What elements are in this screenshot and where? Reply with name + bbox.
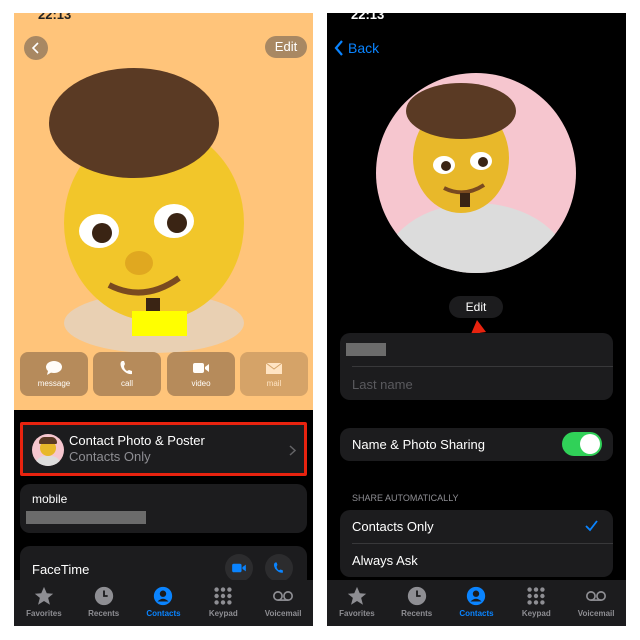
person-circle-icon xyxy=(154,586,173,606)
back-label: Back xyxy=(348,40,380,56)
tab-label: Favorites xyxy=(26,609,62,618)
tab-label: Keypad xyxy=(521,609,551,618)
avatar xyxy=(32,434,64,466)
tab-label: Favorites xyxy=(339,609,375,618)
status-time: 22:13 xyxy=(38,13,72,22)
first-name-field[interactable] xyxy=(340,333,613,366)
last-name-field[interactable]: Last name xyxy=(352,377,413,392)
call-button[interactable]: call xyxy=(93,352,161,396)
option-always-ask[interactable]: Always Ask xyxy=(340,544,613,577)
chevron-right-icon xyxy=(289,445,296,456)
sharing-toggle[interactable] xyxy=(562,432,602,456)
tab-contacts[interactable]: Contacts xyxy=(447,580,507,626)
message-icon xyxy=(46,361,62,375)
facetime-audio-button[interactable] xyxy=(265,554,293,582)
tab-label: Contacts xyxy=(459,609,494,618)
back-button[interactable]: Back xyxy=(334,40,379,56)
back-button[interactable] xyxy=(24,36,48,60)
tab-label: Recents xyxy=(401,609,433,618)
tab-bar: Favorites Recents Contacts Keypad Voicem… xyxy=(327,580,626,626)
clock-icon xyxy=(407,586,426,606)
share-options-list: Contacts Only Always Ask xyxy=(340,510,613,577)
mobile-label: mobile xyxy=(32,492,68,506)
tab-label: Contacts xyxy=(146,609,181,618)
memoji-avatar-image xyxy=(381,83,571,273)
tab-keypad[interactable]: Keypad xyxy=(506,580,566,626)
tab-bar: Favorites Recents Contacts Keypad Voicem… xyxy=(14,580,313,626)
tab-label: Voicemail xyxy=(264,609,302,618)
divider xyxy=(352,366,613,367)
tab-voicemail[interactable]: Voicemail xyxy=(253,580,313,626)
voicemail-icon xyxy=(586,591,607,601)
edit-photo-button[interactable]: Edit xyxy=(449,296,503,318)
tab-voicemail[interactable]: Voicemail xyxy=(566,580,626,626)
redacted-phone-number xyxy=(26,511,146,524)
section-header: SHARE AUTOMATICALLY xyxy=(352,493,459,503)
facetime-video-button[interactable] xyxy=(225,554,253,582)
tab-keypad[interactable]: Keypad xyxy=(193,580,253,626)
action-label: message xyxy=(37,379,71,388)
phone-icon xyxy=(273,562,283,573)
contact-photo xyxy=(376,73,576,273)
tab-favorites[interactable]: Favorites xyxy=(327,580,387,626)
clock-icon xyxy=(94,586,113,606)
star-icon xyxy=(347,586,367,605)
keypad-icon xyxy=(527,587,545,605)
contact-photo-poster-row[interactable]: Contact Photo & Poster Contacts Only xyxy=(20,422,307,476)
photo-sharing-screen: 22:13 Back Edit Last name Name & Photo S… xyxy=(327,13,626,626)
phone-icon xyxy=(120,361,132,375)
contact-poster: 22:13 Edit message call video mail xyxy=(14,13,313,410)
redacted-first-name xyxy=(346,343,386,356)
tab-label: Keypad xyxy=(208,609,238,618)
edit-button[interactable]: Edit xyxy=(265,36,307,58)
action-label: mail xyxy=(266,379,282,388)
tab-favorites[interactable]: Favorites xyxy=(14,580,74,626)
message-button[interactable]: message xyxy=(20,352,88,396)
tab-label: Voicemail xyxy=(577,609,615,618)
tab-recents[interactable]: Recents xyxy=(387,580,447,626)
mail-icon xyxy=(265,362,283,374)
mobile-number-card[interactable]: mobile xyxy=(20,484,307,533)
status-time: 22:13 xyxy=(351,13,385,22)
video-icon xyxy=(193,363,209,373)
sharing-label: Name & Photo Sharing xyxy=(352,437,485,452)
checkmark-icon xyxy=(585,520,598,532)
chevron-left-icon xyxy=(334,40,343,56)
action-label: call xyxy=(120,379,133,388)
option-contacts-only[interactable]: Contacts Only xyxy=(340,510,613,543)
name-photo-sharing-row: Name & Photo Sharing xyxy=(340,428,613,461)
poster-row-subtitle: Contacts Only xyxy=(69,449,151,464)
name-fields-card: Last name xyxy=(340,333,613,400)
person-circle-icon xyxy=(467,586,486,606)
facetime-label: FaceTime xyxy=(32,562,90,577)
tab-recents[interactable]: Recents xyxy=(74,580,134,626)
voicemail-icon xyxy=(273,591,294,601)
keypad-icon xyxy=(214,587,232,605)
video-icon xyxy=(232,563,246,573)
poster-row-title: Contact Photo & Poster xyxy=(69,433,205,448)
option-label: Contacts Only xyxy=(352,519,434,534)
action-label: video xyxy=(191,379,211,388)
star-icon xyxy=(34,586,54,605)
tab-label: Recents xyxy=(88,609,120,618)
memoji-poster-image xyxy=(49,68,244,353)
chevron-left-icon xyxy=(31,42,39,54)
mail-button[interactable]: mail xyxy=(240,352,308,396)
tab-contacts[interactable]: Contacts xyxy=(134,580,194,626)
contact-card-screen: 22:13 Edit message call video mail Conta… xyxy=(14,13,313,626)
option-label: Always Ask xyxy=(352,553,418,568)
video-button[interactable]: video xyxy=(167,352,235,396)
